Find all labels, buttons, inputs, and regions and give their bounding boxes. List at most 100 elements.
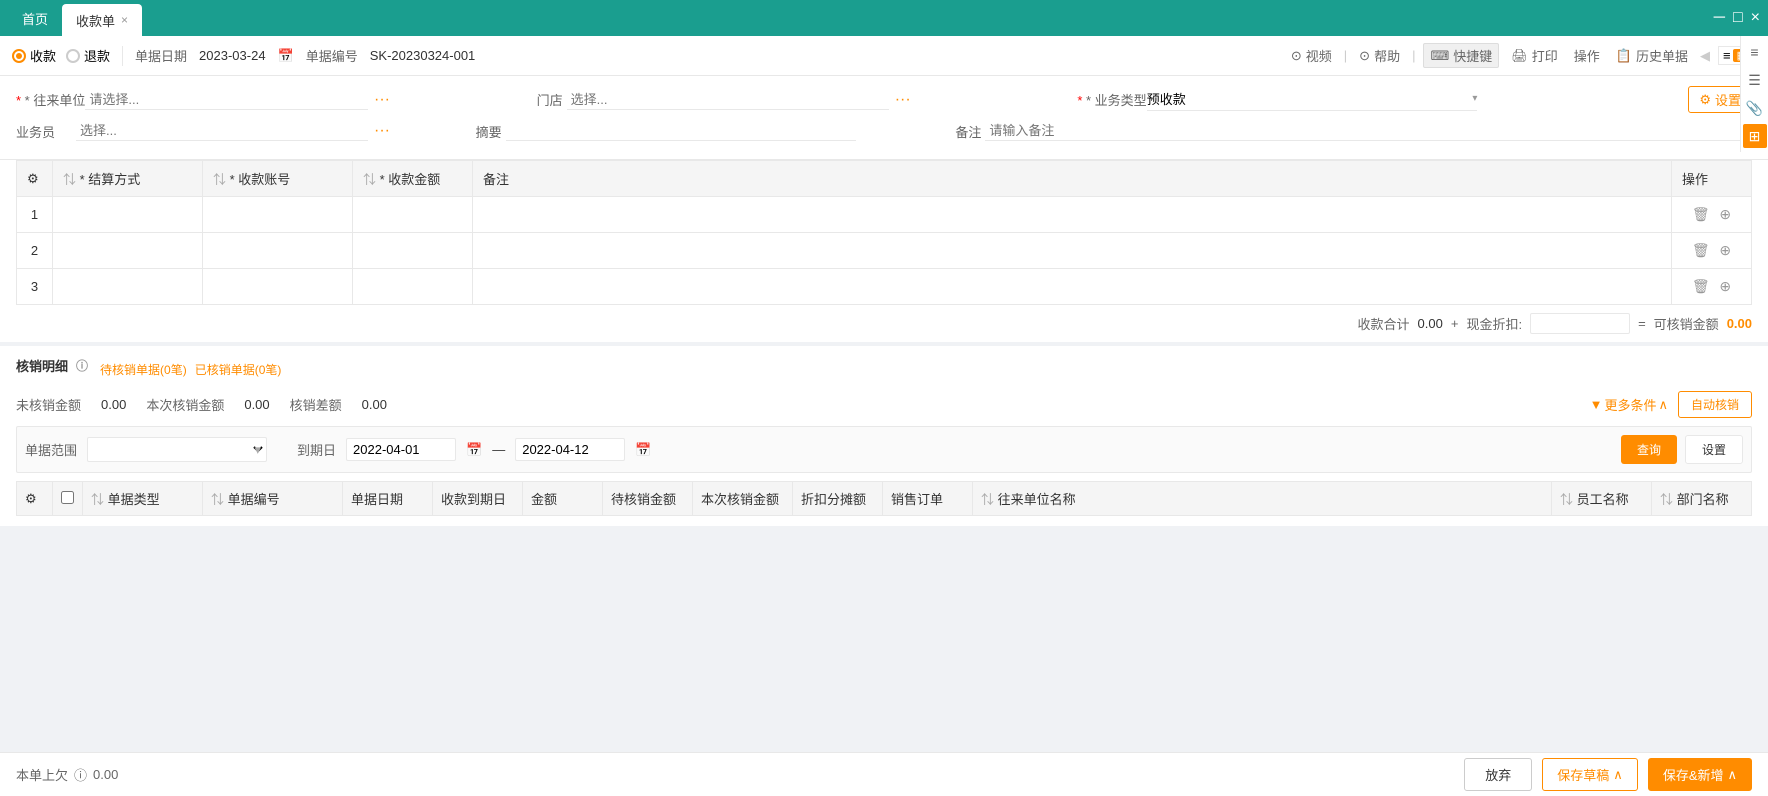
row-1-copy-icon[interactable]: ⊕ <box>1719 206 1731 222</box>
row-2-actions: 🗑 ⊕ <box>1672 233 1752 269</box>
row-num-1: 1 <box>17 197 53 233</box>
remark-input[interactable] <box>985 121 1752 141</box>
customer-more-btn[interactable]: ··· <box>368 91 396 109</box>
sort-icon: ⇅ <box>63 172 80 187</box>
save-draft-btn[interactable]: 保存草稿 ∧ <box>1542 758 1638 791</box>
row-1-payment[interactable] <box>53 197 203 233</box>
lower-col-dept: ⇅ 部门名称 <box>1652 482 1752 516</box>
prev-icon[interactable]: ⓘ <box>74 765 87 784</box>
current-verify-value: 0.00 <box>244 397 269 412</box>
col-action-header: 操作 <box>1672 161 1752 197</box>
draft-arrow-icon: ∧ <box>1613 767 1623 783</box>
row-3-delete-icon[interactable]: 🗑 <box>1692 278 1710 294</box>
more-filter-btn[interactable]: ▼ 更多条件 ∧ <box>1590 395 1668 414</box>
history-btn[interactable]: 📋 历史单据 <box>1612 44 1692 67</box>
col-account-header: ⇅ * 收款账号 <box>203 161 353 197</box>
help-btn[interactable]: ⊙ 帮助 <box>1355 44 1404 67</box>
tab-close-icon[interactable]: × <box>121 13 128 27</box>
receipt-table: ⚙ ⇅ * 结算方式 ⇅ * 收款账号 ⇅ * 收款金额 <box>16 160 1752 305</box>
row-2-amount[interactable] <box>353 233 473 269</box>
row-1-amount[interactable] <box>353 197 473 233</box>
panel-icon-3[interactable]: 📎 <box>1743 96 1767 120</box>
row-3-copy-icon[interactable]: ⊕ <box>1719 278 1731 294</box>
row-3-amount[interactable] <box>353 269 473 305</box>
auto-write-off-btn[interactable]: 自动核销 <box>1678 391 1752 418</box>
tab-home[interactable]: 首页 <box>8 0 62 36</box>
store-label: 门店 <box>537 90 567 109</box>
save-new-arrow-icon: ∧ <box>1727 767 1737 783</box>
business-type-arrow[interactable]: ▾ <box>1472 93 1477 104</box>
lower-col-date: 单据日期 <box>343 482 433 516</box>
row-3-actions: 🗑 ⊕ <box>1672 269 1752 305</box>
unverified-label: 未核销金额 <box>16 395 81 414</box>
panel-icon-2[interactable]: ☰ <box>1743 68 1767 92</box>
row-1-remark[interactable] <box>473 197 1672 233</box>
query-settings-btn[interactable]: 设置 <box>1685 435 1743 464</box>
row-2-delete-icon[interactable]: 🗑 <box>1692 242 1710 258</box>
video-icon: ⊙ <box>1291 48 1302 64</box>
total-value: 0.00 <box>1418 316 1443 331</box>
row-1-account[interactable] <box>203 197 353 233</box>
tab-receipt[interactable]: 收款单 × <box>62 4 142 36</box>
video-btn[interactable]: ⊙ 视频 <box>1287 44 1336 67</box>
shortcuts-btn[interactable]: ⌨ 快捷键 <box>1423 43 1499 68</box>
date-value[interactable]: 2023-03-24 <box>199 48 266 63</box>
summary-input[interactable] <box>506 121 856 141</box>
row-3-remark[interactable] <box>473 269 1672 305</box>
row-2-remark[interactable] <box>473 233 1672 269</box>
completed-tab[interactable]: 已核销单据(0笔) <box>195 361 290 378</box>
due-date-to[interactable] <box>515 438 625 461</box>
row-2-payment[interactable] <box>53 233 203 269</box>
nav-left-icon[interactable]: ◀ <box>1700 48 1710 64</box>
info-icon[interactable]: ⓘ <box>76 357 88 374</box>
staff-more-btn[interactable]: ··· <box>368 122 396 140</box>
print-btn[interactable]: 🖨 打印 <box>1507 44 1562 67</box>
row-2-copy-icon[interactable]: ⊕ <box>1719 242 1731 258</box>
sort-icon3: ⇅ <box>363 172 380 187</box>
cal-from-icon[interactable]: 📅 <box>466 442 482 458</box>
sort-icon-lt1: ⇅ <box>91 492 108 507</box>
filter-icon: ▼ <box>1590 397 1603 412</box>
discount-input[interactable] <box>1530 313 1630 334</box>
discount-label: 现金折扣: <box>1466 314 1522 333</box>
panel-icon-1[interactable]: ≡ <box>1743 40 1767 64</box>
lower-col-checkbox <box>53 482 83 516</box>
row-3-account[interactable] <box>203 269 353 305</box>
cal-to-icon[interactable]: 📅 <box>635 442 651 458</box>
table-row: 3 🗑 ⊕ <box>17 269 1752 305</box>
row-2-account[interactable] <box>203 233 353 269</box>
col-settings[interactable]: ⚙ <box>17 161 53 197</box>
customer-input[interactable] <box>85 90 368 110</box>
maximize-icon[interactable]: □ <box>1733 9 1743 27</box>
store-more-btn[interactable]: ··· <box>889 91 917 109</box>
panel-icon-4[interactable]: ⊞ <box>1743 124 1767 148</box>
radio-tuikuan[interactable]: 退款 <box>66 46 110 65</box>
select-all-checkbox[interactable] <box>61 491 74 504</box>
lower-col-settings[interactable]: ⚙ <box>17 482 53 516</box>
store-input[interactable] <box>567 90 889 110</box>
table-row: 2 🗑 ⊕ <box>17 233 1752 269</box>
operations-btn[interactable]: 操作 <box>1570 44 1604 67</box>
row-1-delete-icon[interactable]: 🗑 <box>1692 206 1710 222</box>
staff-input[interactable] <box>76 121 368 141</box>
toolbar: 收款 退款 单据日期 2023-03-24 📅 单据编号 SK-20230324… <box>0 36 1768 76</box>
verification-section: 核销明细 ⓘ 待核销单据(0笔) 已核销单据(0笔) 未核销金额 0.00 本次… <box>0 346 1768 526</box>
pending-tab[interactable]: 待核销单据(0笔) <box>100 361 195 378</box>
radio-shoukuan[interactable]: 收款 <box>12 46 56 65</box>
chevron-up-icon: ∧ <box>1658 397 1668 413</box>
calendar-icon[interactable]: 📅 <box>278 48 294 64</box>
range-label: 单据范围 <box>25 440 77 459</box>
row-3-payment[interactable] <box>53 269 203 305</box>
remark-label: 备注 <box>955 122 985 141</box>
lower-table: ⚙ ⇅ 单据类型 ⇅ 单据编号 单据日期 <box>16 481 1752 516</box>
minimize-icon[interactable]: ─ <box>1714 9 1725 27</box>
save-new-btn[interactable]: 保存&新增 ∧ <box>1648 758 1752 791</box>
sort-icon2: ⇅ <box>213 172 230 187</box>
footer-right: 放弃 保存草稿 ∧ 保存&新增 ∧ <box>1464 758 1752 791</box>
query-btn[interactable]: 查询 <box>1621 435 1677 464</box>
abandon-btn[interactable]: 放弃 <box>1464 758 1532 791</box>
close-icon[interactable]: × <box>1751 9 1760 27</box>
due-date-from[interactable] <box>346 438 456 461</box>
range-select[interactable] <box>87 437 267 462</box>
history-icon: 📋 <box>1616 48 1632 64</box>
